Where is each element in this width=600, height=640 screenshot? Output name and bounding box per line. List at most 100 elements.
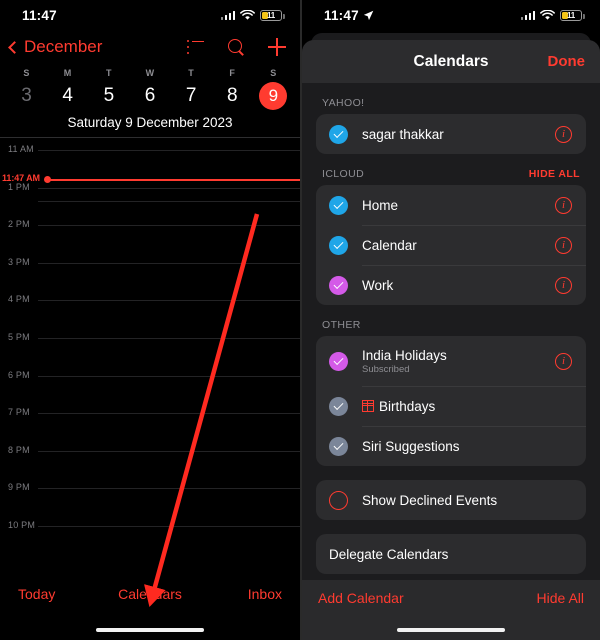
list-icon[interactable] (187, 40, 204, 54)
section-header-yahoo: YAHOO! (302, 83, 600, 114)
status-bar-left: 11:47 11 (0, 0, 300, 30)
date-cell-8[interactable]: 8 (212, 81, 253, 111)
date-cell-6[interactable]: 6 (129, 81, 170, 111)
dow-6: S (270, 68, 277, 78)
calendar-row[interactable]: Home i (316, 185, 586, 225)
info-icon[interactable]: i (555, 352, 572, 370)
battery-level: 11 (266, 10, 276, 20)
calendar-checkbox[interactable] (329, 351, 348, 371)
hour-gridline (38, 338, 300, 339)
show-declined-row[interactable]: Show Declined Events (316, 480, 586, 520)
show-declined-card: Show Declined Events (316, 480, 586, 520)
info-icon[interactable]: i (555, 196, 572, 214)
hour-row-10PM: 10 PM (0, 520, 300, 530)
calendar-row[interactable]: Calendar i (316, 225, 586, 265)
delegate-calendars-row[interactable]: Delegate Calendars (316, 534, 586, 574)
dow-5: F (229, 68, 236, 78)
section-card: India Holidays Subscribed i Birthdays Siri S… (316, 336, 586, 466)
section-hide-all-button[interactable]: HIDE ALL (529, 168, 580, 180)
sheet-body[interactable]: YAHOO! sagar thakkar i ICLOUD HIDE ALL Home i C… (302, 83, 600, 640)
hide-all-button[interactable]: Hide All (537, 590, 584, 606)
hour-row-1PM: 1 PM (0, 182, 300, 192)
delegate-calendars-label: Delegate Calendars (329, 546, 449, 562)
current-time-line (49, 179, 300, 181)
dow-0: S (23, 68, 30, 78)
tab-inbox[interactable]: Inbox (194, 586, 300, 602)
calendar-row[interactable]: Birthdays (316, 386, 586, 426)
done-button[interactable]: Done (548, 53, 586, 70)
cellular-bars-icon (220, 10, 235, 20)
add-calendar-button[interactable]: Add Calendar (318, 590, 404, 606)
info-icon[interactable]: i (555, 276, 572, 294)
hour-row-12PM (0, 200, 300, 202)
declined-checkbox[interactable] (329, 490, 348, 510)
date-cell-9[interactable]: 9 (253, 81, 294, 111)
status-time: 11:47 (22, 7, 57, 23)
date-cell-4[interactable]: 4 (47, 81, 88, 111)
hour-label: 8 PM (8, 444, 30, 455)
calendar-name-wrap: Siri Suggestions (362, 439, 572, 454)
hour-row-5PM: 5 PM (0, 332, 300, 342)
tab-calendars[interactable]: Calendars (106, 586, 194, 602)
chevron-left-icon (8, 40, 21, 54)
sheet-title: Calendars (413, 52, 489, 70)
calendar-row[interactable]: India Holidays Subscribed i (316, 336, 586, 386)
current-time-indicator: 11:47 AM (0, 173, 300, 183)
calendar-row-text: Siri Suggestions (362, 439, 572, 454)
hour-label: 6 PM (8, 369, 30, 380)
check-icon (333, 238, 344, 249)
calendar-name-wrap: India Holidays (362, 348, 555, 363)
calendar-checkbox[interactable] (329, 195, 348, 215)
calendar-row-text: Work (362, 278, 555, 293)
hour-gridline (38, 225, 300, 227)
date-cell-5[interactable]: 5 (88, 81, 129, 111)
calendar-row-text: Birthdays (362, 399, 572, 414)
calendar-row-text: Home (362, 198, 555, 213)
wifi-icon (540, 9, 555, 20)
hour-gridline (38, 488, 300, 490)
day-of-week-row: SMTWTFS (0, 68, 300, 78)
dow-3: W (145, 68, 155, 78)
hour-row-3PM: 3 PM (0, 257, 300, 267)
info-icon[interactable]: i (555, 125, 572, 143)
calendar-row[interactable]: Work i (316, 265, 586, 305)
status-time-value: 11:47 (324, 7, 359, 23)
section-card: sagar thakkar i (316, 114, 586, 154)
info-icon[interactable]: i (555, 236, 572, 254)
nav-icon-group (187, 38, 286, 56)
hour-gridline (38, 187, 300, 189)
delegate-calendars-card: Delegate Calendars (316, 534, 586, 574)
hour-label: 5 PM (8, 332, 30, 342)
calendar-row[interactable]: Siri Suggestions (316, 426, 586, 466)
calendar-name: sagar thakkar (362, 126, 444, 142)
section-label: ICLOUD (322, 168, 365, 180)
screenshot-stage: 11:47 11 December S M T W T F S 3 4 5 6 … (0, 0, 600, 640)
plus-icon[interactable] (268, 38, 286, 56)
search-icon[interactable] (228, 39, 244, 55)
hour-gridline (38, 150, 300, 151)
date-cell-3[interactable]: 3 (6, 81, 47, 111)
calendar-checkbox[interactable] (329, 396, 348, 416)
sheet-header: Calendars Done (302, 40, 600, 83)
check-icon (333, 278, 344, 289)
calendar-checkbox[interactable] (329, 124, 348, 144)
calendar-checkbox[interactable] (329, 436, 348, 456)
tab-today[interactable]: Today (0, 586, 106, 602)
week-date-row: 3456789 (0, 81, 300, 111)
battery-icon: 11 (560, 9, 585, 21)
bottom-tab-bar: Today Calendars Inbox (0, 576, 300, 612)
calendar-row[interactable]: sagar thakkar i (316, 114, 586, 154)
calendar-checkbox[interactable] (329, 235, 348, 255)
hour-label: 3 PM (8, 256, 30, 267)
calendar-checkbox[interactable] (329, 275, 348, 295)
date-cell-7[interactable]: 7 (171, 81, 212, 111)
hour-gridline (38, 300, 300, 302)
dow-2: T (105, 68, 112, 78)
section-label: OTHER (322, 319, 361, 331)
calendars-sheet-screen: 11:47 11 Calendars Done YAHOO! sagar tha… (300, 0, 600, 640)
back-to-december-button[interactable]: December (8, 37, 187, 57)
home-indicator (96, 627, 204, 632)
calendar-day-view-screen: 11:47 11 December S M T W T F S 3 4 5 6 … (0, 0, 300, 640)
current-time-label: 11:47 AM (2, 173, 40, 184)
day-timeline[interactable]: 11 AM 1 PM 2 PM 3 PM 4 PM 5 PM 6 PM 7 PM 8 PM 9 P… (0, 138, 300, 587)
